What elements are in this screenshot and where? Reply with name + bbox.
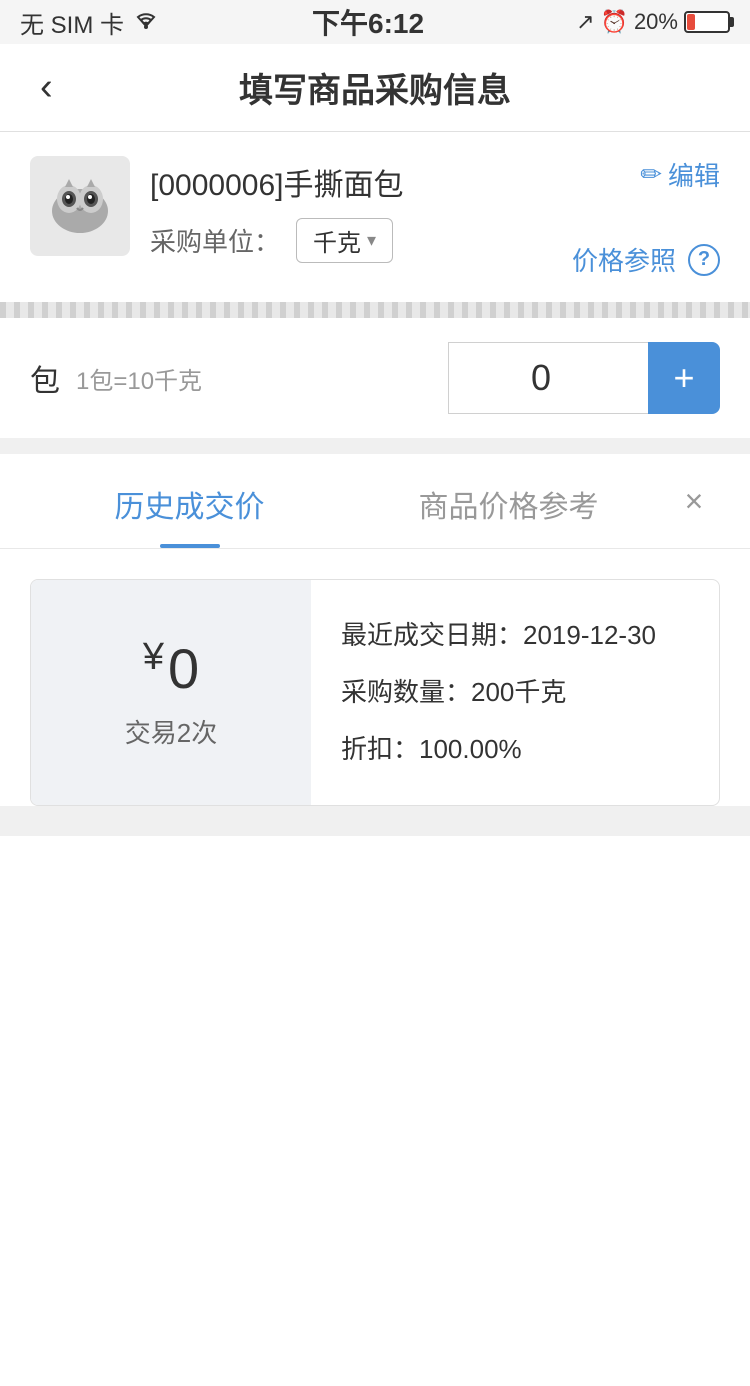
unit-label: 采购单位： — [150, 222, 280, 259]
battery-icon — [684, 11, 730, 33]
price-number: 0 — [168, 637, 199, 700]
unit-value: 千克 — [313, 223, 361, 258]
back-button[interactable]: ‹ — [30, 56, 63, 119]
product-thumbnail — [30, 156, 130, 256]
bottom-panel: 历史成交价 商品价格参考 × ¥0 交易2次 最近成交日期：2019-12-30… — [0, 454, 750, 806]
unit-dropdown-icon: ▾ — [367, 230, 376, 251]
product-card: [0000006]手撕面包 采购单位： 千克 ▾ ✏ 编辑 价格参照 ? — [0, 132, 750, 302]
qty-unit-label: 包 — [30, 356, 60, 400]
edit-icon: ✏ — [640, 159, 662, 190]
price-ref-help-icon[interactable]: ? — [688, 244, 720, 276]
quantity-plus-button[interactable]: + — [648, 342, 720, 414]
section-divider — [0, 302, 750, 318]
status-time: 下午6:12 — [312, 2, 424, 42]
location-icon: ↗ — [576, 9, 594, 35]
status-left: 无 SIM 卡 — [20, 5, 160, 40]
discount-value: 100.00% — [419, 734, 522, 764]
discount-label: 折扣： — [341, 734, 419, 764]
price-display: ¥0 — [143, 636, 199, 701]
product-image-icon — [40, 161, 120, 252]
purchase-qty-value: 200千克 — [471, 677, 566, 707]
price-ref-label[interactable]: 价格参照 — [572, 241, 676, 278]
latest-date-label: 最近成交日期： — [341, 620, 523, 650]
content-area — [0, 836, 750, 1386]
tab-close-button[interactable]: × — [668, 475, 720, 527]
qty-conversion-text: 1包=10千克 — [76, 361, 202, 396]
price-card: ¥0 交易2次 最近成交日期：2019-12-30 采购数量：200千克 折扣：… — [30, 579, 720, 806]
wifi-icon — [132, 8, 160, 37]
quantity-row: 包 1包=10千克 + — [0, 318, 750, 438]
price-right-panel: 最近成交日期：2019-12-30 采购数量：200千克 折扣：100.00% — [311, 580, 719, 805]
price-left-panel: ¥0 交易2次 — [31, 580, 311, 805]
purchase-qty-row: 采购数量：200千克 — [341, 673, 689, 712]
tab-bar: 历史成交价 商品价格参考 × — [0, 454, 750, 549]
tab-history-price[interactable]: 历史成交价 — [30, 454, 349, 548]
unit-selector[interactable]: 千克 ▾ — [296, 218, 393, 263]
edit-button[interactable]: ✏ 编辑 — [640, 156, 720, 193]
tab-product-price-ref[interactable]: 商品价格参考 — [349, 454, 668, 548]
currency-symbol: ¥ — [143, 636, 164, 678]
nav-bar: ‹ 填写商品采购信息 — [0, 44, 750, 132]
quantity-input[interactable] — [448, 342, 648, 414]
product-name: [0000006]手撕面包 — [150, 160, 403, 204]
carrier-text: 无 SIM 卡 — [20, 5, 124, 40]
purchase-qty-label: 采购数量： — [341, 677, 471, 707]
transaction-count: 交易2次 — [125, 713, 217, 750]
edit-label: 编辑 — [668, 156, 720, 193]
quantity-input-group: + — [448, 342, 720, 414]
status-right: ↗ ⏰ 20% — [576, 9, 730, 35]
battery-percent: 20% — [634, 9, 678, 35]
discount-row: 折扣：100.00% — [341, 730, 689, 769]
status-bar: 无 SIM 卡 下午6:12 ↗ ⏰ 20% — [0, 0, 750, 44]
alarm-icon: ⏰ — [601, 9, 628, 35]
page-title: 填写商品采购信息 — [239, 63, 511, 112]
latest-date-row: 最近成交日期：2019-12-30 — [341, 616, 689, 655]
latest-date-value: 2019-12-30 — [523, 620, 656, 650]
